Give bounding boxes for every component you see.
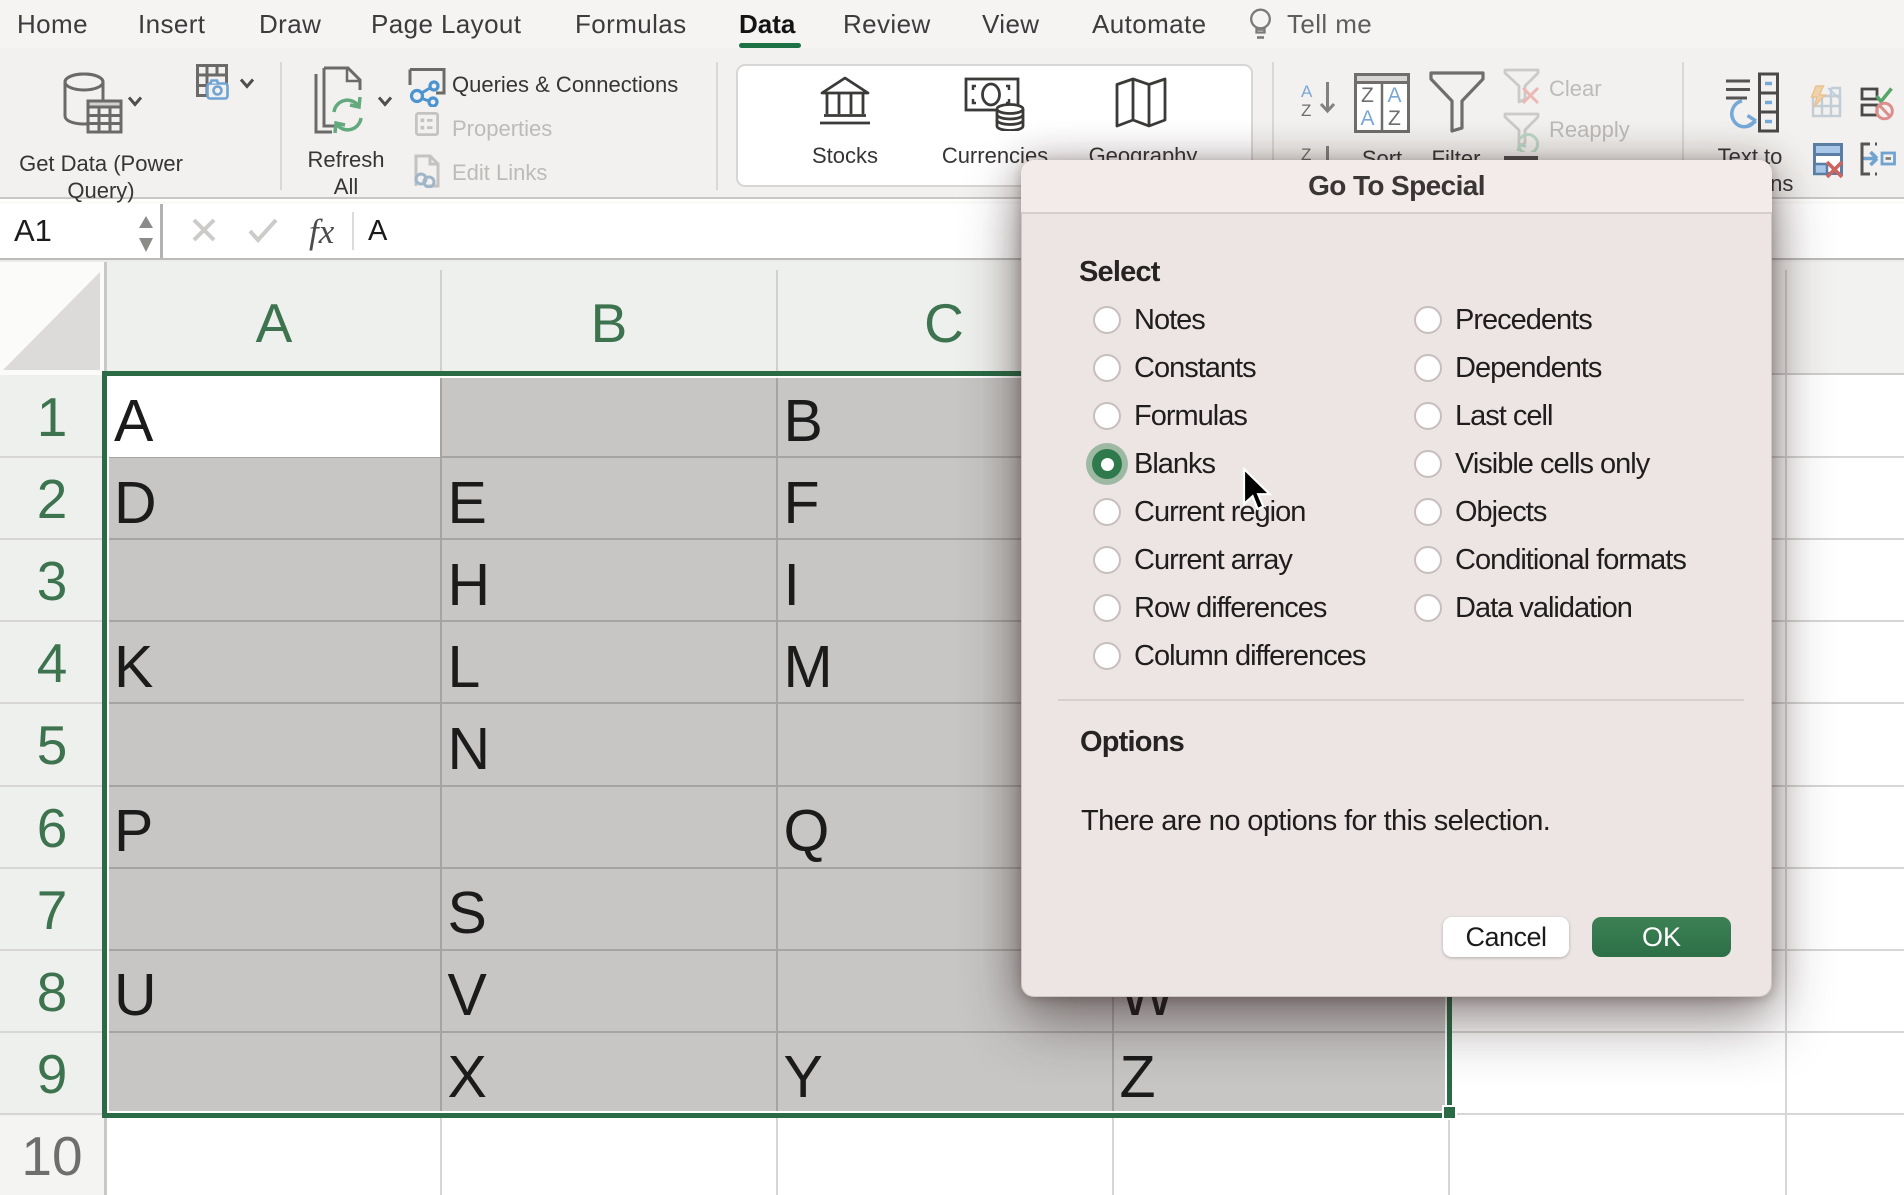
svg-text:A: A: [1301, 82, 1313, 101]
svg-text:Z: Z: [1388, 107, 1401, 130]
svg-text:A: A: [1388, 84, 1402, 107]
svg-text:Z: Z: [1301, 101, 1311, 118]
svg-text:Z: Z: [1301, 145, 1311, 161]
svg-text:A: A: [1361, 107, 1375, 130]
svg-text:Z: Z: [1361, 84, 1374, 107]
